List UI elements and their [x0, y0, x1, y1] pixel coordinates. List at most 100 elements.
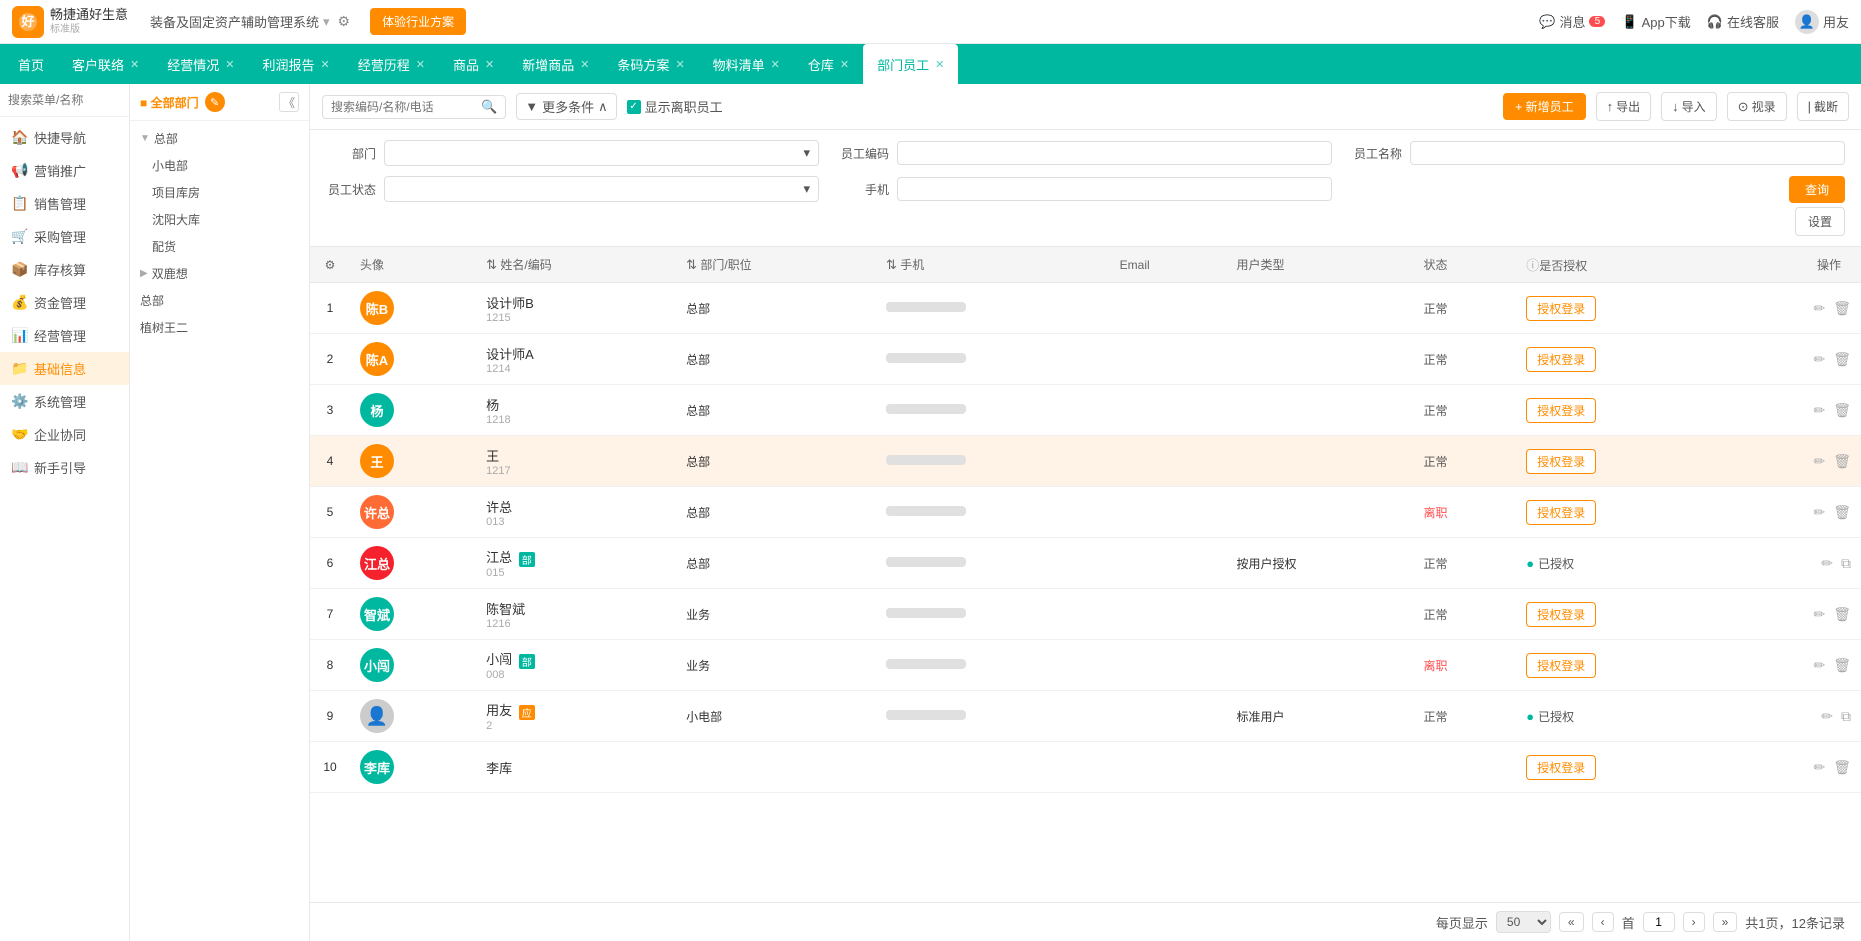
close-icon[interactable]: ✕: [675, 58, 684, 71]
dept-collapse-button[interactable]: 《: [279, 92, 299, 112]
delete-icon[interactable]: 🗑: [1833, 759, 1851, 776]
sidebar-item-guide[interactable]: 📖 新手引导: [0, 451, 129, 484]
auth-button[interactable]: 授权登录: [1526, 755, 1596, 780]
dept-all-label[interactable]: ■ 全部部门: [140, 94, 199, 111]
nav-tab-profit[interactable]: 利润报告 ✕: [248, 44, 343, 84]
import-button[interactable]: ↓导入: [1661, 92, 1717, 121]
edit-icon[interactable]: ✏: [1813, 504, 1825, 521]
more-filter-button[interactable]: ▼ 更多条件 ∧: [516, 93, 616, 120]
delete-icon[interactable]: 🗑: [1833, 402, 1851, 419]
system-title-dropdown-icon[interactable]: ▾: [323, 14, 330, 30]
dept-node-project[interactable]: 项目库房: [130, 179, 309, 206]
col-dept[interactable]: ⇅ 部门/职位: [676, 247, 876, 283]
online-service-item[interactable]: 🎧 在线客服: [1707, 12, 1779, 31]
nav-tab-customer[interactable]: 客户联络 ✕: [58, 44, 153, 84]
auth-button[interactable]: 授权登录: [1526, 602, 1596, 627]
dept-edit-button[interactable]: ✎: [205, 92, 225, 112]
delete-icon[interactable]: 🗑: [1833, 453, 1851, 470]
close-icon[interactable]: ✕: [225, 58, 234, 71]
query-button[interactable]: 查询: [1789, 176, 1845, 203]
nav-tab-dept-employee[interactable]: 部门员工 ✕: [863, 44, 958, 84]
edit-icon[interactable]: ✏: [1813, 657, 1825, 674]
dept-node-hq[interactable]: 总部: [130, 287, 309, 314]
sidebar-item-quicknav[interactable]: 🏠 快捷导航: [0, 121, 129, 154]
auth-button[interactable]: 授权登录: [1526, 398, 1596, 423]
close-icon[interactable]: ✕: [485, 58, 494, 71]
sidebar-item-basic-info[interactable]: 📁 基础信息: [0, 352, 129, 385]
export-button[interactable]: ↑导出: [1596, 92, 1652, 121]
edit-icon[interactable]: ✏: [1813, 402, 1825, 419]
dept-node-shenyang[interactable]: 沈阳大库: [130, 206, 309, 233]
current-page-input[interactable]: [1643, 912, 1675, 932]
delete-icon[interactable]: 🗑: [1833, 504, 1851, 521]
edit-icon[interactable]: ✏: [1813, 606, 1825, 623]
add-employee-button[interactable]: + 新增员工: [1503, 93, 1585, 120]
col-settings[interactable]: ⚙: [310, 247, 350, 283]
delete-icon[interactable]: 🗑: [1833, 351, 1851, 368]
message-item[interactable]: 💬 消息 5: [1539, 12, 1605, 31]
close-icon[interactable]: ✕: [321, 58, 330, 71]
experience-button[interactable]: 体验行业方案: [370, 8, 466, 35]
dept-node-xiaodian[interactable]: 小电部: [130, 152, 309, 179]
set-button[interactable]: 设置: [1795, 207, 1845, 236]
auth-button[interactable]: 授权登录: [1526, 449, 1596, 474]
status-filter-select[interactable]: ▾: [384, 176, 819, 202]
edit-icon[interactable]: ✏: [1821, 555, 1833, 572]
sidebar-item-marketing[interactable]: 📢 营销推广: [0, 154, 129, 187]
dept-filter-select[interactable]: ▾: [384, 140, 819, 166]
search-input[interactable]: [331, 100, 481, 114]
col-phone[interactable]: ⇅ 手机: [876, 247, 1110, 283]
auth-button[interactable]: 授权登录: [1526, 347, 1596, 372]
close-icon[interactable]: ✕: [130, 58, 139, 71]
emp-name-input[interactable]: [1410, 141, 1845, 165]
dept-node-headquarters-parent[interactable]: ▼总部: [130, 125, 309, 152]
nav-tab-warehouse[interactable]: 仓库 ✕: [794, 44, 863, 84]
close-icon[interactable]: ✕: [935, 58, 944, 71]
view-button[interactable]: ⊙视录: [1727, 92, 1787, 121]
sidebar-item-collab[interactable]: 🤝 企业协同: [0, 418, 129, 451]
edit-icon[interactable]: ✏: [1813, 759, 1825, 776]
phone-input[interactable]: [897, 177, 1332, 201]
dept-node-shuanglu[interactable]: ▶双鹿想: [130, 260, 309, 287]
auth-button[interactable]: 授权登录: [1526, 653, 1596, 678]
dept-node-zhishu[interactable]: 植树王二: [130, 314, 309, 341]
sidebar-item-inventory[interactable]: 📦 库存核算: [0, 253, 129, 286]
nav-tab-add-goods[interactable]: 新增商品 ✕: [508, 44, 603, 84]
close-icon[interactable]: ✕: [580, 58, 589, 71]
nav-tab-history[interactable]: 经营历程 ✕: [344, 44, 439, 84]
copy-icon[interactable]: ⧉: [1841, 555, 1851, 572]
copy-icon[interactable]: ⧉: [1841, 708, 1851, 725]
close-icon[interactable]: ✕: [416, 58, 425, 71]
sidebar-item-system[interactable]: ⚙️ 系统管理: [0, 385, 129, 418]
sidebar-item-purchase[interactable]: 🛒 采购管理: [0, 220, 129, 253]
delete-icon[interactable]: 🗑: [1833, 657, 1851, 674]
edit-icon[interactable]: ✏: [1813, 351, 1825, 368]
col-name-code[interactable]: ⇅ 姓名/编码: [476, 247, 676, 283]
sidebar-item-finance[interactable]: 💰 资金管理: [0, 286, 129, 319]
delete-icon[interactable]: 🗑: [1833, 606, 1851, 623]
close-icon[interactable]: ✕: [840, 58, 849, 71]
prev-page-button[interactable]: ‹: [1592, 912, 1614, 932]
show-resigned-toggle[interactable]: ✓ 显示离职员工: [627, 97, 723, 116]
delete-icon[interactable]: 🗑: [1833, 300, 1851, 317]
auth-button[interactable]: 授权登录: [1526, 500, 1596, 525]
first-page-button[interactable]: «: [1559, 912, 1584, 932]
auth-button[interactable]: 授权登录: [1526, 296, 1596, 321]
sidebar-search-input[interactable]: [8, 93, 130, 107]
last-page-button[interactable]: »: [1713, 912, 1738, 932]
nav-tab-bom[interactable]: 物料清单 ✕: [699, 44, 794, 84]
nav-tab-goods[interactable]: 商品 ✕: [439, 44, 508, 84]
dept-node-distribution[interactable]: 配货: [130, 233, 309, 260]
nav-tab-barcode[interactable]: 条码方案 ✕: [603, 44, 698, 84]
gear-icon[interactable]: ⚙: [338, 13, 351, 30]
user-item[interactable]: 👤 用友: [1795, 10, 1849, 34]
app-download-item[interactable]: 📱 App下载: [1621, 12, 1690, 31]
nav-tab-operations[interactable]: 经营情况 ✕: [153, 44, 248, 84]
edit-icon[interactable]: ✏: [1813, 300, 1825, 317]
per-page-select[interactable]: 50 100: [1496, 911, 1551, 933]
sidebar-item-management[interactable]: 📊 经营管理: [0, 319, 129, 352]
nav-tab-home[interactable]: 首页: [4, 44, 58, 84]
edit-icon[interactable]: ✏: [1813, 453, 1825, 470]
edit-icon[interactable]: ✏: [1821, 708, 1833, 725]
extra-button[interactable]: |截断: [1797, 92, 1849, 121]
